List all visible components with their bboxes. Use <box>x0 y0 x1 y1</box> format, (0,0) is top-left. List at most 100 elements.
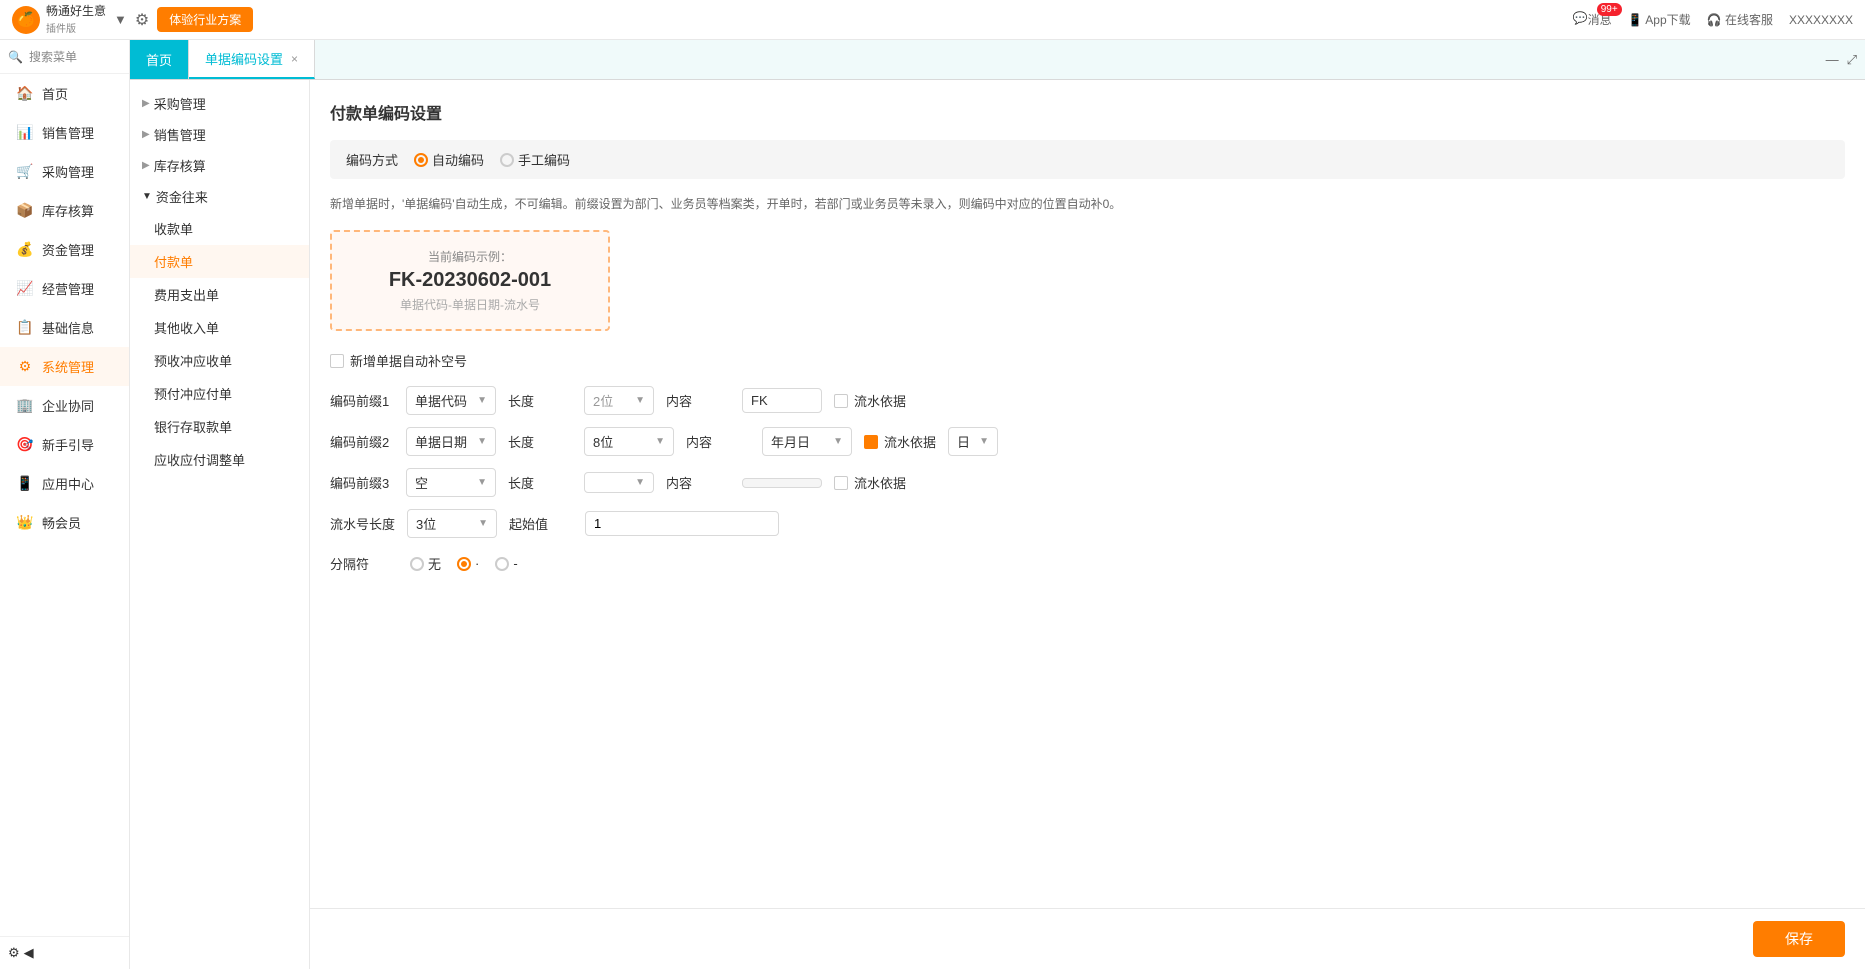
user-name[interactable]: XXXXXXXX <box>1789 13 1853 27</box>
top-bar: 🍊 畅通好生意 插件版 ▼ ⚙ 体验行业方案 💬 消息 99+ 📱 App下载 … <box>0 0 1865 40</box>
purchase-icon: 🛒 <box>16 163 34 181</box>
nav-item-bank-deposit[interactable]: 银行存取款单 <box>130 410 309 443</box>
prefix2-select[interactable]: 单据日期 ▼ <box>406 427 496 456</box>
trial-button[interactable]: 体验行业方案 <box>157 7 253 32</box>
auto-fill-checkbox[interactable] <box>330 354 344 368</box>
home-icon: 🏠 <box>16 85 34 103</box>
nav-item-adjust[interactable]: 应收应付调整单 <box>130 443 309 476</box>
code-preview-value: FK-20230602-001 <box>389 269 551 292</box>
sidebar-search[interactable]: 🔍 搜索菜单 <box>0 40 129 74</box>
nav-group-purchase[interactable]: ▶ 采购管理 <box>130 88 309 119</box>
main-layout: 🔍 搜索菜单 🏠 首页 📊 销售管理 🛒 采购管理 📦 库存核算 💰 资金管理 … <box>0 40 1865 969</box>
code-preview-label: 当前编码示例： <box>428 248 512 265</box>
start-value-input[interactable] <box>585 511 779 536</box>
nav-item-prepay-payable[interactable]: 预付冲应付单 <box>130 377 309 410</box>
nav-group-finance[interactable]: ▼ 资金往来 <box>130 181 309 212</box>
length2-select[interactable]: 8位 ▼ <box>584 427 674 456</box>
content2-select[interactable]: 年月日 ▼ <box>762 427 852 456</box>
nav-group-inventory[interactable]: ▶ 库存核算 <box>130 150 309 181</box>
sidebar-item-enterprise[interactable]: 🏢 企业协同 <box>0 386 129 425</box>
serial1-checkbox[interactable] <box>834 394 848 408</box>
arrow-icon: ▶ <box>142 98 150 109</box>
member-icon: 👑 <box>16 514 34 532</box>
day-select[interactable]: 日 ▼ <box>948 427 998 456</box>
prefix3-label: 编码前缀3 <box>330 473 394 492</box>
form-row-1: 编码前缀1 单据代码 ▼ 长度 2位 ▼ 内容 FK <box>330 386 1845 415</box>
chevron-down-icon: ▼ <box>635 477 645 488</box>
prefix1-select[interactable]: 单据代码 ▼ <box>406 386 496 415</box>
code-preview: 当前编码示例： FK-20230602-001 单据代码-单据日期-流水号 <box>330 230 610 331</box>
serial-length-select[interactable]: 3位 ▼ <box>407 509 497 538</box>
newbie-icon: 🎯 <box>16 436 34 454</box>
sidebar-item-operations[interactable]: 📈 经营管理 <box>0 269 129 308</box>
start-value-label: 起始值 <box>509 514 573 533</box>
chevron-down-icon: ▼ <box>655 436 665 447</box>
sidebar-item-system[interactable]: ⚙ 系统管理 <box>0 347 129 386</box>
nav-group-sales[interactable]: ▶ 销售管理 <box>130 119 309 150</box>
tab-close-icon[interactable]: × <box>291 52 298 66</box>
dropdown-button[interactable]: ▼ <box>114 12 127 27</box>
app-download[interactable]: 📱 App下载 <box>1628 11 1691 28</box>
serial3-checkbox[interactable] <box>834 476 848 490</box>
separator-row: 分隔符 无 · - <box>330 554 1845 573</box>
content1-input: FK <box>742 388 822 413</box>
bottom-settings-icon[interactable]: ⚙ <box>8 945 20 961</box>
auto-fill-checkbox-row[interactable]: 新增单据自动补空号 <box>330 351 1845 370</box>
sidebar-item-basic[interactable]: 📋 基础信息 <box>0 308 129 347</box>
separator-none-circle <box>410 557 424 571</box>
bottom-collapse-icon[interactable]: ◀ <box>24 945 34 961</box>
serial2-checkbox[interactable] <box>864 435 878 449</box>
nav-item-expense[interactable]: 费用支出单 <box>130 278 309 311</box>
top-bar-right: 💬 消息 99+ 📱 App下载 🎧 在线客服 XXXXXXXX <box>1573 11 1853 28</box>
auto-encoding-radio[interactable]: 自动编码 <box>414 150 484 169</box>
separator-dot-dot <box>461 561 467 567</box>
form-row-3: 编码前缀3 空 ▼ 长度 ▼ 内容 <box>330 468 1845 497</box>
sidebar-item-finance[interactable]: 💰 资金管理 <box>0 230 129 269</box>
nav-item-payment[interactable]: 付款单 <box>130 245 309 278</box>
serial-length-label: 流水号长度 <box>330 514 395 533</box>
tab-bar-actions: — ⤢ <box>1818 52 1865 68</box>
nav-item-other-income[interactable]: 其他收入单 <box>130 311 309 344</box>
page-footer: 保存 <box>310 908 1865 969</box>
sidebar-item-home[interactable]: 🏠 首页 <box>0 74 129 113</box>
settings-icon[interactable]: ⚙ <box>135 10 149 30</box>
length1-select[interactable]: 2位 ▼ <box>584 386 654 415</box>
tab-home[interactable]: 首页 <box>130 40 189 79</box>
encoding-radio-group: 自动编码 手工编码 <box>414 150 570 169</box>
separator-dot-radio[interactable]: · <box>457 556 479 571</box>
manual-radio-circle <box>500 153 514 167</box>
tab-encoding-settings[interactable]: 单据编码设置 × <box>189 40 315 79</box>
sidebar-item-inventory[interactable]: 📦 库存核算 <box>0 191 129 230</box>
content3-label: 内容 <box>666 473 730 492</box>
separator-dash-radio[interactable]: - <box>495 556 517 571</box>
online-service[interactable]: 🎧 在线客服 <box>1707 11 1773 28</box>
prefix3-select[interactable]: 空 ▼ <box>406 468 496 497</box>
save-button[interactable]: 保存 <box>1753 921 1845 957</box>
nav-item-prepay-receivable[interactable]: 预收冲应收单 <box>130 344 309 377</box>
appcenter-icon: 📱 <box>16 475 34 493</box>
separator-dash-circle <box>495 557 509 571</box>
content1-label: 内容 <box>666 391 730 410</box>
arrow-icon: ▶ <box>142 160 150 171</box>
sidebar-item-purchase[interactable]: 🛒 采购管理 <box>0 152 129 191</box>
arrow-icon: ▶ <box>142 129 150 140</box>
length3-select[interactable]: ▼ <box>584 472 654 493</box>
sidebar-item-newbie[interactable]: 🎯 新手引导 <box>0 425 129 464</box>
sidebar-item-sales[interactable]: 📊 销售管理 <box>0 113 129 152</box>
content3-input <box>742 478 822 488</box>
main-form-wrapper: 付款单编码设置 编码方式 自动编码 <box>310 80 1865 969</box>
sidebar-item-appcenter[interactable]: 📱 应用中心 <box>0 464 129 503</box>
prefix2-label: 编码前缀2 <box>330 432 394 451</box>
auto-radio-circle <box>414 153 428 167</box>
nav-item-receipt[interactable]: 收款单 <box>130 212 309 245</box>
left-nav: ▶ 采购管理 ▶ 销售管理 ▶ 库存核算 ▼ 资金往来 收款单 付款单 费用支出… <box>130 80 310 969</box>
separator-none-radio[interactable]: 无 <box>410 554 441 573</box>
logo-text-wrap: 畅通好生意 插件版 <box>46 4 106 35</box>
sidebar-item-member[interactable]: 👑 畅会员 <box>0 503 129 542</box>
message-wrap[interactable]: 💬 消息 99+ <box>1573 11 1612 28</box>
manual-encoding-radio[interactable]: 手工编码 <box>500 150 570 169</box>
tab-minimize-icon[interactable]: — <box>1826 52 1839 67</box>
length1-label: 长度 <box>508 391 572 410</box>
tab-bar: 首页 单据编码设置 × — ⤢ <box>130 40 1865 80</box>
tab-expand-icon[interactable]: ⤢ <box>1847 52 1857 68</box>
